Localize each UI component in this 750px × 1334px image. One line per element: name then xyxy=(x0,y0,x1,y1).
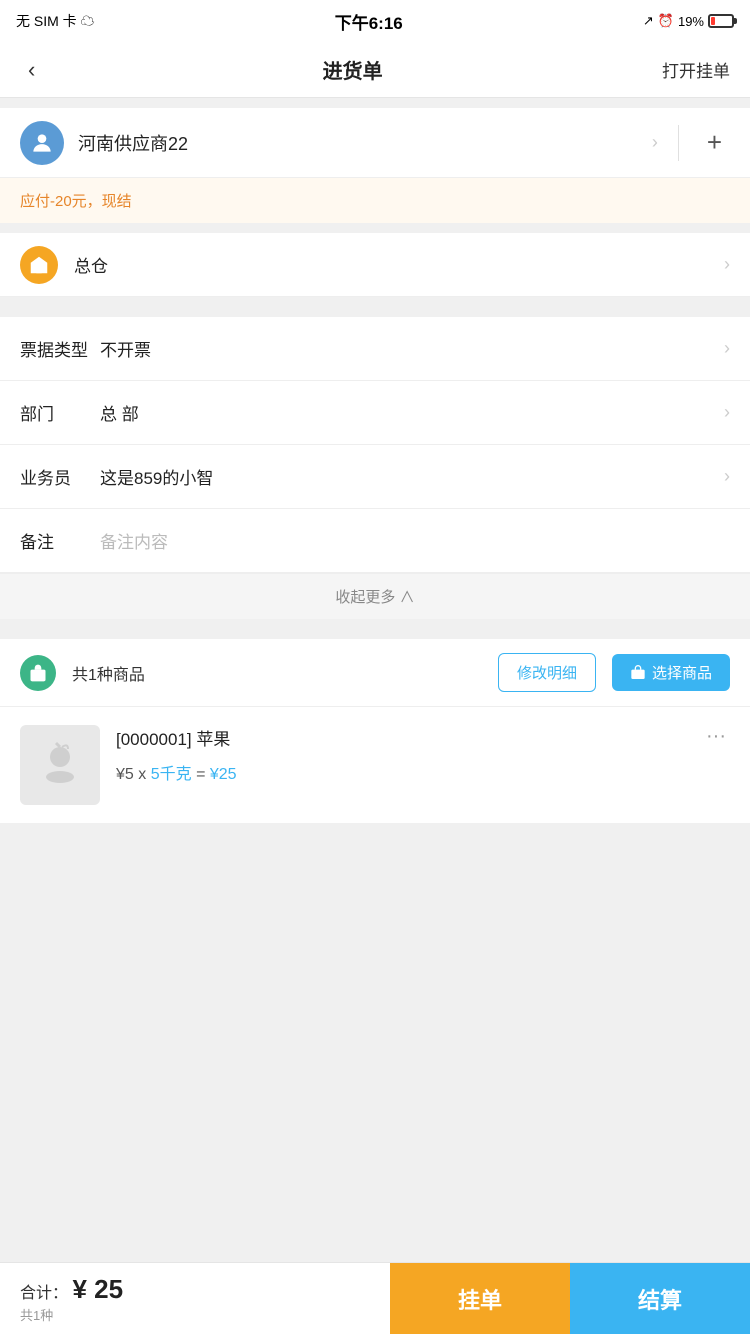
battery-fill xyxy=(711,17,715,25)
equals: = xyxy=(196,766,210,783)
product-header: 共1种商品 修改明细 选择商品 xyxy=(0,639,750,706)
status-time: 下午6:16 xyxy=(335,9,403,34)
section-divider-2 xyxy=(0,223,750,233)
remark-placeholder: 备注内容 xyxy=(100,528,730,553)
payment-hint: 应付-20元，现结 xyxy=(0,178,750,223)
bag-icon xyxy=(28,663,48,683)
price-separator: x xyxy=(138,766,150,783)
invoice-type-chevron-icon: › xyxy=(724,338,730,359)
open-hang-button[interactable]: 打开挂单 xyxy=(662,57,730,82)
quantity: 5千克 xyxy=(151,766,192,783)
product-count-icon xyxy=(20,655,56,691)
supplier-row[interactable]: 河南供应商22 › + xyxy=(0,108,750,178)
collapse-label: 收起更多 ∧ xyxy=(335,586,414,607)
person-icon xyxy=(29,130,55,156)
product-code: [0000001] xyxy=(116,730,192,749)
select-product-label: 选择商品 xyxy=(652,662,712,683)
salesperson-row[interactable]: 业务员 这是859的小智 › xyxy=(0,445,750,509)
page-title: 进货单 xyxy=(323,55,383,84)
select-product-button[interactable]: 选择商品 xyxy=(612,654,730,691)
department-row[interactable]: 部门 总 部 › xyxy=(0,381,750,445)
home-icon xyxy=(28,254,50,276)
checkout-button[interactable]: 结算 xyxy=(570,1263,750,1334)
total-section: 合计： ¥ 25 共1种 xyxy=(0,1274,390,1324)
remark-label: 备注 xyxy=(20,528,100,553)
salesperson-chevron-icon: › xyxy=(724,466,730,487)
form-section: 票据类型 不开票 › 部门 总 部 › 业务员 这是859的小智 › 备注 备注… xyxy=(0,317,750,573)
unit-price: ¥5 xyxy=(116,766,134,783)
battery-percent: 19% xyxy=(678,14,704,29)
total-amount: ¥ 25 xyxy=(72,1274,123,1304)
supplier-name: 河南供应商22 xyxy=(78,130,652,156)
warehouse-row[interactable]: 总仓 › xyxy=(0,233,750,297)
product-total: ¥25 xyxy=(210,766,237,783)
invoice-type-label: 票据类型 xyxy=(20,336,100,361)
department-label: 部门 xyxy=(20,400,100,425)
back-button[interactable]: ‹ xyxy=(20,49,43,91)
warehouse-icon xyxy=(20,246,58,284)
invoice-type-value: 不开票 xyxy=(100,336,712,361)
product-thumbnail xyxy=(20,725,100,805)
product-title: 苹果 xyxy=(196,730,230,749)
sim-status: 无 SIM 卡 ☁ xyxy=(16,11,95,31)
supplier-chevron-icon: › xyxy=(652,132,658,153)
salesperson-label: 业务员 xyxy=(20,464,100,489)
salesperson-value: 这是859的小智 xyxy=(100,464,712,489)
warehouse-chevron-icon: › xyxy=(724,254,730,275)
nav-bar: ‹ 进货单 打开挂单 xyxy=(0,42,750,98)
department-chevron-icon: › xyxy=(724,402,730,423)
supplier-avatar xyxy=(20,121,64,165)
cart-plus-icon xyxy=(630,665,646,681)
section-divider-3 xyxy=(0,297,750,307)
product-name: [0000001] 苹果 xyxy=(116,725,686,750)
product-more-button[interactable]: ··· xyxy=(702,725,730,748)
product-item: [0000001] 苹果 ¥5 x 5千克 = ¥25 ··· xyxy=(0,706,750,823)
hang-button[interactable]: 挂单 xyxy=(390,1263,570,1334)
status-bar: 无 SIM 卡 ☁ 下午6:16 ↗ ⏰ 19% xyxy=(0,0,750,42)
location-icon: ↗ xyxy=(643,13,654,29)
product-price: ¥5 x 5千克 = ¥25 xyxy=(116,760,686,784)
total-row: 合计： ¥ 25 xyxy=(20,1274,370,1305)
section-divider-1 xyxy=(0,98,750,108)
warehouse-name: 总仓 xyxy=(74,252,712,277)
department-value: 总 部 xyxy=(100,400,712,425)
bottom-bar: 合计： ¥ 25 共1种 挂单 结算 xyxy=(0,1262,750,1334)
invoice-type-row[interactable]: 票据类型 不开票 › xyxy=(0,317,750,381)
supplier-divider xyxy=(678,125,679,161)
battery-icon xyxy=(708,14,734,28)
product-default-icon xyxy=(36,741,84,789)
product-count-text: 共1种商品 xyxy=(72,661,482,685)
edit-detail-button[interactable]: 修改明细 xyxy=(498,653,596,692)
total-label: 合计： xyxy=(20,1285,68,1302)
section-divider-4 xyxy=(0,619,750,629)
remark-row[interactable]: 备注 备注内容 xyxy=(0,509,750,573)
add-supplier-button[interactable]: + xyxy=(699,123,730,162)
product-info: [0000001] 苹果 ¥5 x 5千克 = ¥25 xyxy=(116,725,686,784)
alarm-icon: ⏰ xyxy=(658,13,674,29)
collapse-bar[interactable]: 收起更多 ∧ xyxy=(0,573,750,619)
status-left: 无 SIM 卡 ☁ xyxy=(16,11,95,31)
total-sub: 共1种 xyxy=(20,1305,370,1324)
status-right: ↗ ⏰ 19% xyxy=(643,13,734,29)
